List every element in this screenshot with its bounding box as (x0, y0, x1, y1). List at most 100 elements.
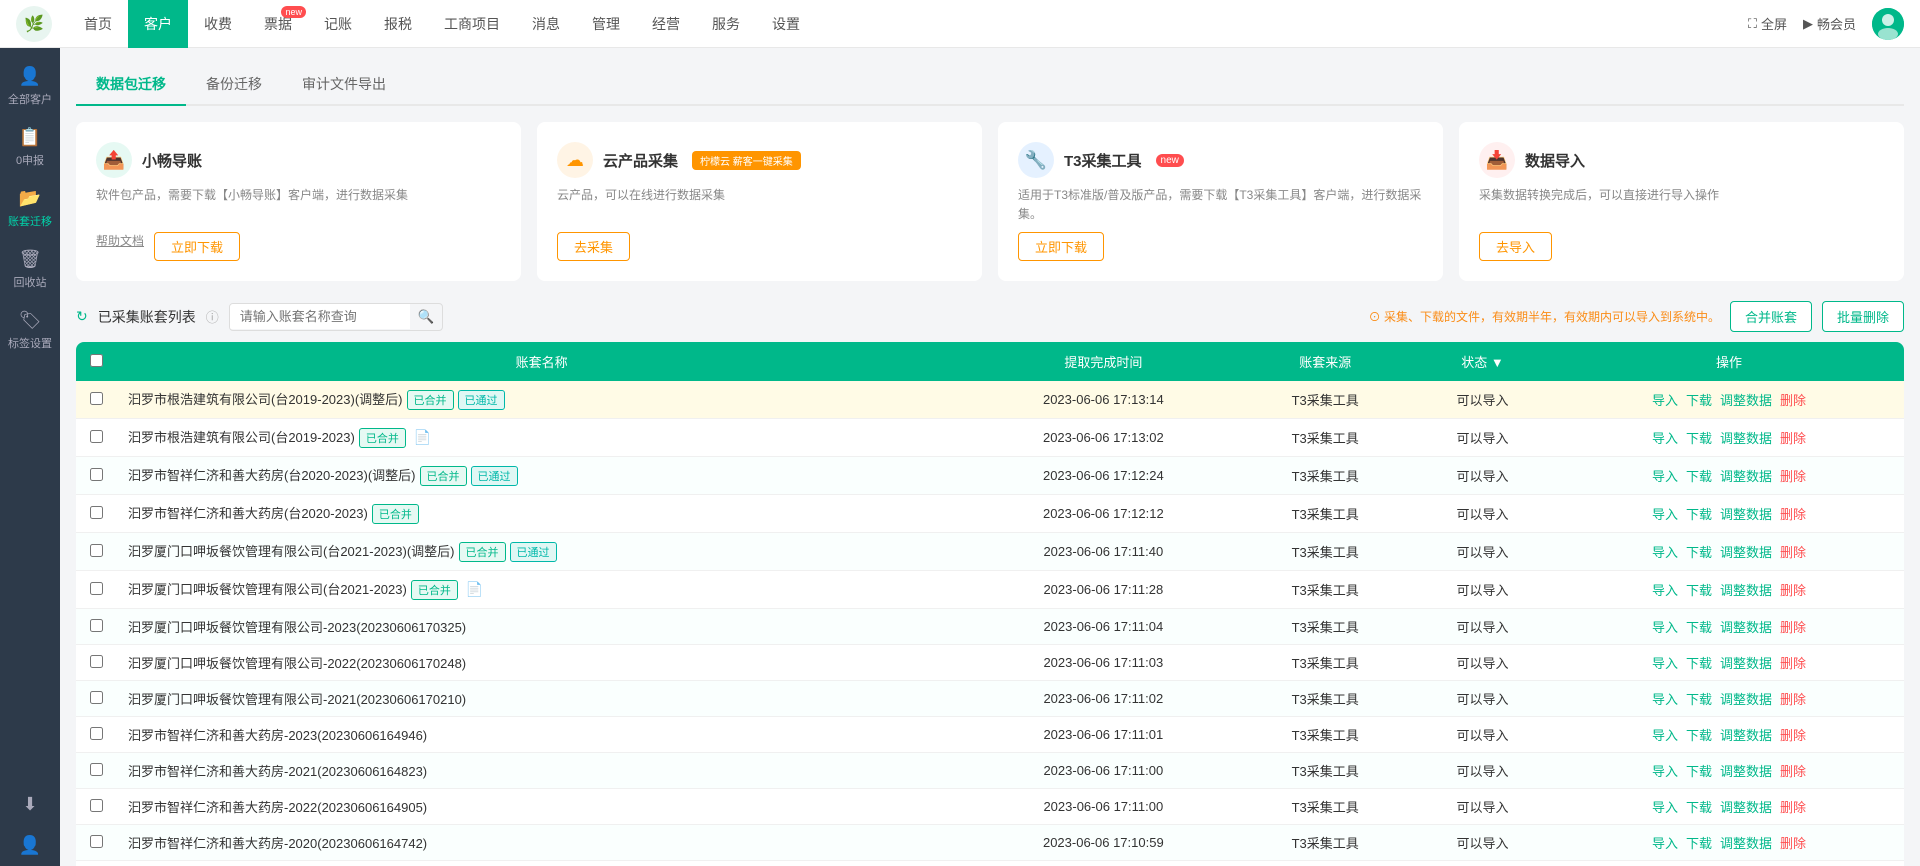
nav-manage[interactable]: 管理 (576, 0, 636, 48)
row-checkbox[interactable] (90, 727, 103, 740)
row-download-btn[interactable]: 下载 (1686, 617, 1712, 636)
user-avatar[interactable] (1872, 8, 1904, 40)
import-go-btn[interactable]: 去导入 (1479, 232, 1552, 261)
row-checkbox[interactable] (90, 619, 103, 632)
app-logo[interactable]: 🌿 (16, 6, 52, 42)
nav-bookkeep[interactable]: 记账 (308, 0, 368, 48)
refresh-icon[interactable]: ↻ (76, 308, 88, 325)
row-import-btn[interactable]: 导入 (1652, 428, 1678, 447)
row-file-icon[interactable]: 📄 (462, 581, 483, 597)
row-checkbox[interactable] (90, 655, 103, 668)
row-adjust-btn[interactable]: 调整数据 (1720, 504, 1772, 523)
nav-operate[interactable]: 经营 (636, 0, 696, 48)
row-download-btn[interactable]: 下载 (1686, 428, 1712, 447)
tab-data-migrate[interactable]: 数据包迁移 (76, 64, 186, 106)
row-download-btn[interactable]: 下载 (1686, 833, 1712, 852)
sidebar-item-tag-settings[interactable]: 🏷 标签设置 (0, 300, 60, 361)
row-adjust-btn[interactable]: 调整数据 (1720, 725, 1772, 744)
row-download-btn[interactable]: 下载 (1686, 653, 1712, 672)
batch-delete-btn[interactable]: 批量删除 (1822, 301, 1904, 332)
row-delete-btn[interactable]: 删除 (1780, 833, 1806, 852)
cloud-collect-btn[interactable]: 去采集 (557, 232, 630, 261)
row-download-btn[interactable]: 下载 (1686, 761, 1712, 780)
row-delete-btn[interactable]: 删除 (1780, 428, 1806, 447)
sidebar-item-all-customers[interactable]: 👤 全部客户 (0, 56, 60, 117)
row-delete-btn[interactable]: 删除 (1780, 725, 1806, 744)
row-import-btn[interactable]: 导入 (1652, 466, 1678, 485)
search-button[interactable]: 🔍 (410, 304, 443, 330)
row-adjust-btn[interactable]: 调整数据 (1720, 428, 1772, 447)
search-input[interactable] (230, 304, 410, 329)
row-file-icon[interactable]: 📄 (410, 429, 431, 445)
row-import-btn[interactable]: 导入 (1652, 542, 1678, 561)
row-checkbox[interactable] (90, 430, 103, 443)
row-adjust-btn[interactable]: 调整数据 (1720, 580, 1772, 599)
row-download-btn[interactable]: 下载 (1686, 390, 1712, 409)
row-checkbox[interactable] (90, 763, 103, 776)
row-import-btn[interactable]: 导入 (1652, 725, 1678, 744)
row-delete-btn[interactable]: 删除 (1780, 466, 1806, 485)
select-all-checkbox[interactable] (90, 354, 103, 367)
nav-message[interactable]: 消息 (516, 0, 576, 48)
row-checkbox[interactable] (90, 468, 103, 481)
nav-charge[interactable]: 收费 (188, 0, 248, 48)
tab-audit-export[interactable]: 审计文件导出 (282, 64, 406, 106)
fullscreen-button[interactable]: ⛶ 全屏 (1748, 14, 1787, 33)
t3-download-btn[interactable]: 立即下载 (1018, 232, 1104, 261)
row-download-btn[interactable]: 下载 (1686, 725, 1712, 744)
row-import-btn[interactable]: 导入 (1652, 580, 1678, 599)
row-adjust-btn[interactable]: 调整数据 (1720, 761, 1772, 780)
sidebar-item-user[interactable]: 👤 (15, 825, 45, 866)
row-download-btn[interactable]: 下载 (1686, 504, 1712, 523)
row-delete-btn[interactable]: 删除 (1780, 689, 1806, 708)
row-import-btn[interactable]: 导入 (1652, 833, 1678, 852)
nav-invoice[interactable]: 票据new (248, 0, 308, 48)
nav-tax[interactable]: 报税 (368, 0, 428, 48)
sidebar-item-zero-declare[interactable]: 📋 0申报 (0, 117, 60, 178)
xiaochang-download-btn[interactable]: 立即下载 (154, 232, 240, 261)
row-adjust-btn[interactable]: 调整数据 (1720, 689, 1772, 708)
row-delete-btn[interactable]: 删除 (1780, 390, 1806, 409)
row-download-btn[interactable]: 下载 (1686, 580, 1712, 599)
row-checkbox[interactable] (90, 544, 103, 557)
row-adjust-btn[interactable]: 调整数据 (1720, 390, 1772, 409)
row-adjust-btn[interactable]: 调整数据 (1720, 617, 1772, 636)
member-button[interactable]: ▶ 畅会员 (1803, 14, 1856, 33)
row-import-btn[interactable]: 导入 (1652, 653, 1678, 672)
row-checkbox[interactable] (90, 392, 103, 405)
row-import-btn[interactable]: 导入 (1652, 797, 1678, 816)
row-delete-btn[interactable]: 删除 (1780, 542, 1806, 561)
row-delete-btn[interactable]: 删除 (1780, 761, 1806, 780)
row-checkbox[interactable] (90, 799, 103, 812)
sidebar-item-account-migrate[interactable]: 📂 账套迁移 (0, 178, 60, 239)
row-checkbox[interactable] (90, 835, 103, 848)
row-import-btn[interactable]: 导入 (1652, 689, 1678, 708)
row-adjust-btn[interactable]: 调整数据 (1720, 542, 1772, 561)
row-delete-btn[interactable]: 删除 (1780, 797, 1806, 816)
row-download-btn[interactable]: 下载 (1686, 797, 1712, 816)
row-adjust-btn[interactable]: 调整数据 (1720, 466, 1772, 485)
row-delete-btn[interactable]: 删除 (1780, 504, 1806, 523)
row-checkbox[interactable] (90, 506, 103, 519)
row-adjust-btn[interactable]: 调整数据 (1720, 833, 1772, 852)
nav-customer[interactable]: 客户 (128, 0, 188, 48)
row-download-btn[interactable]: 下载 (1686, 466, 1712, 485)
tab-backup-migrate[interactable]: 备份迁移 (186, 64, 282, 106)
sidebar-item-recycle[interactable]: 🗑 回收站 (0, 239, 60, 300)
row-import-btn[interactable]: 导入 (1652, 761, 1678, 780)
list-help-icon[interactable]: ⓘ (206, 307, 219, 326)
merge-btn[interactable]: 合并账套 (1730, 301, 1812, 332)
row-checkbox[interactable] (90, 691, 103, 704)
row-import-btn[interactable]: 导入 (1652, 390, 1678, 409)
row-import-btn[interactable]: 导入 (1652, 617, 1678, 636)
xiaochang-help-link[interactable]: 帮助文档 (96, 232, 144, 261)
nav-settings[interactable]: 设置 (756, 0, 816, 48)
row-delete-btn[interactable]: 删除 (1780, 653, 1806, 672)
nav-business[interactable]: 工商项目 (428, 0, 516, 48)
sidebar-item-download[interactable]: ⬇ (15, 784, 45, 825)
row-download-btn[interactable]: 下载 (1686, 542, 1712, 561)
row-checkbox[interactable] (90, 582, 103, 595)
nav-service[interactable]: 服务 (696, 0, 756, 48)
row-download-btn[interactable]: 下载 (1686, 689, 1712, 708)
row-adjust-btn[interactable]: 调整数据 (1720, 797, 1772, 816)
